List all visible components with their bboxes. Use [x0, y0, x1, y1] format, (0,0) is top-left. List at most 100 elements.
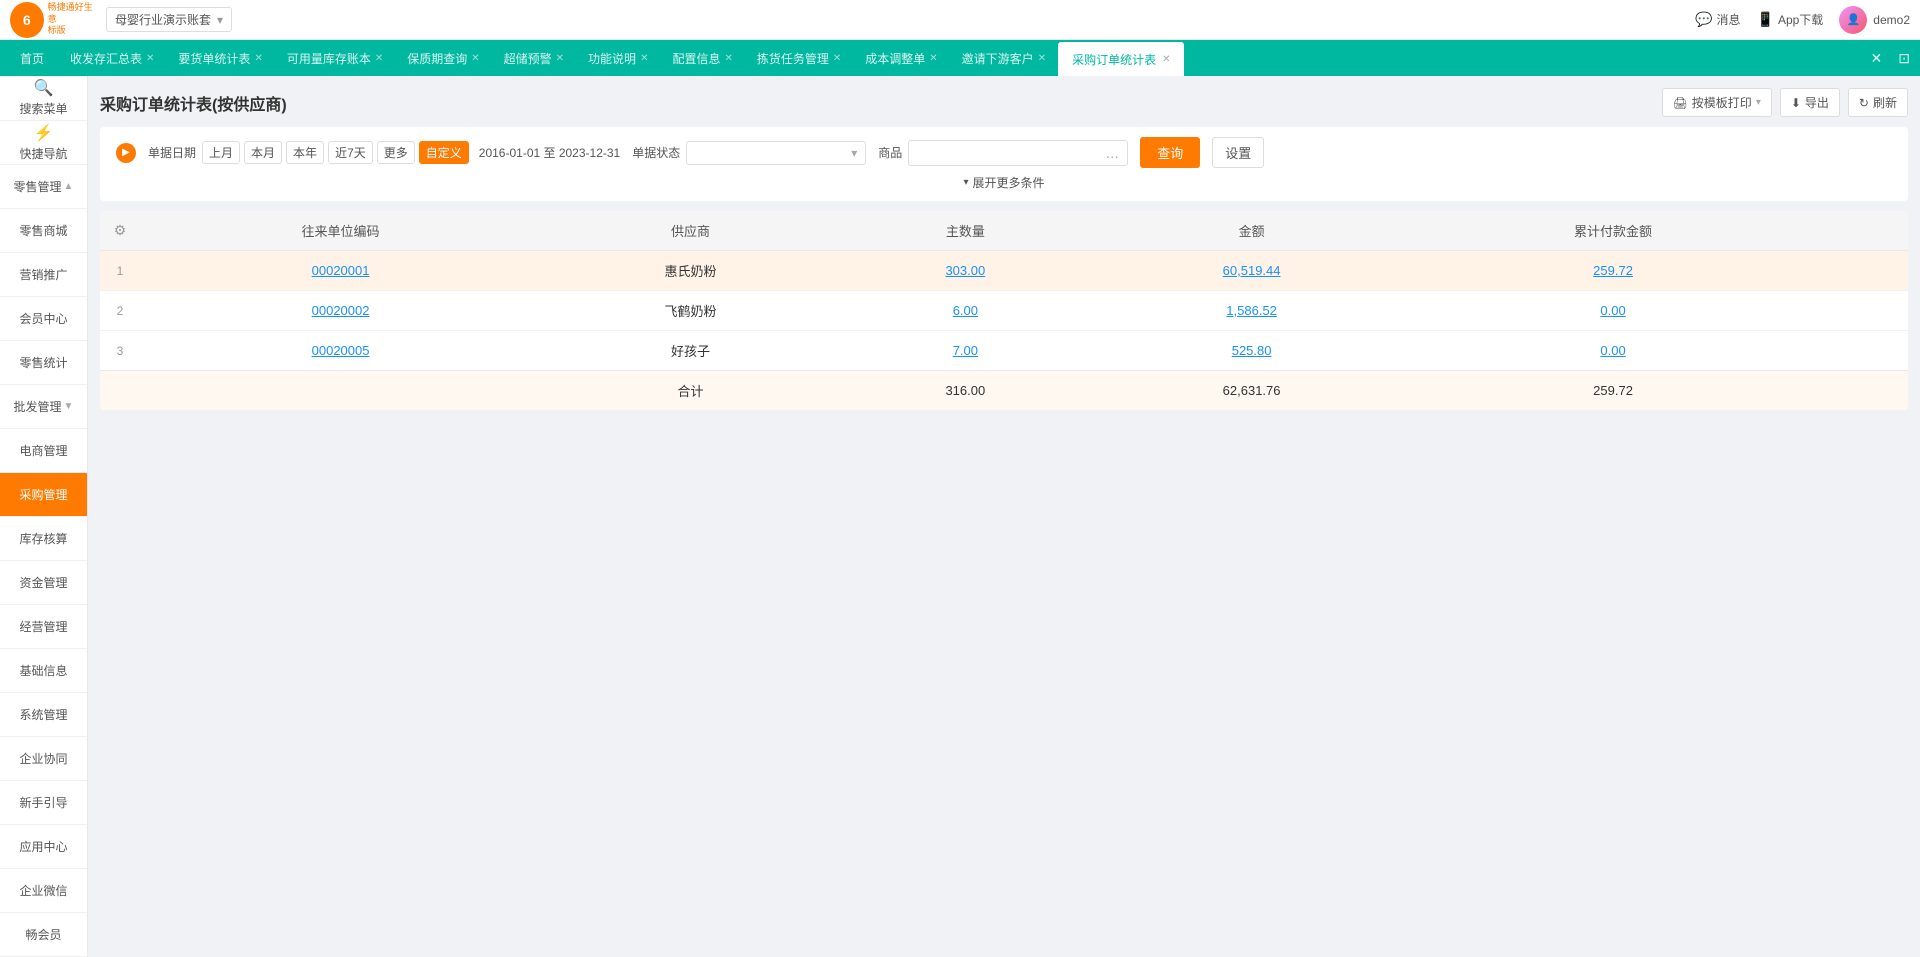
nav-right-actions: ✕ ⊡	[1867, 48, 1914, 69]
row-amount[interactable]: 60,519.44	[1091, 251, 1413, 291]
btn-last-month[interactable]: 上月	[202, 141, 240, 164]
export-icon: ⬇	[1791, 96, 1801, 110]
tab-chengben[interactable]: 成本调整单 ✕	[853, 40, 949, 76]
close-icon[interactable]: ✕	[375, 53, 383, 64]
table-row: 1 00020001 惠氏奶粉 303.00 60,519.44 259.72	[100, 251, 1908, 291]
settings-icon[interactable]: ⚙	[114, 222, 127, 238]
close-icon[interactable]: ✕	[1162, 54, 1170, 65]
close-icon[interactable]: ✕	[833, 53, 841, 64]
sidebar-item-wechat[interactable]: 企业微信	[0, 869, 87, 913]
row-supplier: 飞鹤奶粉	[541, 291, 840, 331]
workspace-chevron: ▾	[217, 13, 223, 27]
message-button[interactable]: 💬 消息	[1695, 11, 1740, 28]
sidebar-item-newbie[interactable]: 新手引导	[0, 781, 87, 825]
footer-quantity: 316.00	[840, 371, 1091, 411]
col-settings[interactable]: ⚙	[100, 211, 140, 251]
sidebar-item-enterprise[interactable]: 企业协同	[0, 737, 87, 781]
tab-baozhi[interactable]: 保质期查询 ✕	[395, 40, 491, 76]
workspace-name: 母婴行业演示账套	[115, 11, 211, 28]
row-amount[interactable]: 1,586.52	[1091, 291, 1413, 331]
sidebar-item-system[interactable]: 系统管理	[0, 693, 87, 737]
chevron-down-icon: ▾	[963, 177, 968, 188]
tab-yaohuodan[interactable]: 要货单统计表 ✕	[166, 40, 274, 76]
sidebar-item-app-center[interactable]: 应用中心	[0, 825, 87, 869]
sidebar-item-purchase[interactable]: 采购管理	[0, 473, 87, 517]
print-button[interactable]: 🖨 按模板打印 ▾	[1662, 88, 1772, 117]
more-icon[interactable]: …	[1105, 145, 1119, 161]
btn-this-month[interactable]: 本月	[244, 141, 282, 164]
tab-chaochuyujing[interactable]: 超储预警 ✕	[492, 40, 576, 76]
tab-peizhi[interactable]: 配置信息 ✕	[660, 40, 744, 76]
nav-close-btn[interactable]: ✕	[1867, 48, 1887, 69]
settings-button[interactable]: 设置	[1212, 137, 1264, 168]
sidebar-item-finance[interactable]: 资金管理	[0, 561, 87, 605]
close-icon[interactable]: ✕	[556, 53, 564, 64]
btn-more-dates[interactable]: 更多	[377, 141, 415, 164]
tab-keyongliang[interactable]: 可用量库存账本 ✕	[275, 40, 395, 76]
sidebar-item-retail-mgmt[interactable]: 零售管理 ▲	[0, 165, 87, 209]
query-button[interactable]: 查询	[1140, 137, 1200, 168]
row-paid[interactable]: 0.00	[1413, 331, 1814, 371]
chevron-down-icon: ▼	[64, 401, 74, 412]
export-button[interactable]: ⬇ 导出	[1780, 88, 1840, 117]
sidebar-item-retail-mall[interactable]: 零售商城	[0, 209, 87, 253]
row-code[interactable]: 00020002	[140, 291, 541, 331]
col-supplier: 供应商	[541, 211, 840, 251]
close-icon[interactable]: ✕	[254, 53, 262, 64]
sidebar-item-changhui[interactable]: 畅会员	[0, 913, 87, 957]
workspace-selector[interactable]: 母婴行业演示账套 ▾	[106, 7, 232, 32]
refresh-icon: ↻	[1859, 96, 1869, 110]
tab-jianhuo[interactable]: 拣货任务管理 ✕	[745, 40, 853, 76]
close-icon[interactable]: ✕	[640, 53, 648, 64]
row-amount[interactable]: 525.80	[1091, 331, 1413, 371]
tab-shoufacun[interactable]: 收发存汇总表 ✕	[58, 40, 166, 76]
btn-this-year[interactable]: 本年	[286, 141, 324, 164]
chevron-down-icon: ▾	[851, 146, 857, 160]
col-extra	[1814, 211, 1908, 251]
sidebar-item-wholesale[interactable]: 批发管理 ▼	[0, 385, 87, 429]
tab-gongneng[interactable]: 功能说明 ✕	[576, 40, 660, 76]
close-icon[interactable]: ✕	[929, 53, 937, 64]
refresh-button[interactable]: ↻ 刷新	[1848, 88, 1908, 117]
user-avatar[interactable]: 👤 demo2	[1839, 6, 1910, 34]
row-code[interactable]: 00020001	[140, 251, 541, 291]
status-select[interactable]: ▾	[686, 141, 866, 165]
expand-more-btn[interactable]: ▾ 展开更多条件	[963, 174, 1044, 191]
row-code[interactable]: 00020005	[140, 331, 541, 371]
app-download-button[interactable]: 📱 App下载	[1757, 11, 1824, 28]
close-icon[interactable]: ✕	[724, 53, 732, 64]
tab-home[interactable]: 首页	[6, 40, 58, 76]
row-paid[interactable]: 0.00	[1413, 291, 1814, 331]
close-icon[interactable]: ✕	[146, 53, 154, 64]
top-right-actions: 💬 消息 📱 App下载 👤 demo2	[1695, 6, 1910, 34]
row-quantity[interactable]: 303.00	[840, 251, 1091, 291]
chevron-down-icon: ▾	[1756, 97, 1761, 108]
status-label: 单据状态	[632, 144, 680, 161]
sidebar-item-retail-stats[interactable]: 零售统计	[0, 341, 87, 385]
table-wrapper: ⚙ 往来单位编码 供应商 主数量 金额 累计付款金额 1	[100, 211, 1908, 410]
tab-caigou-active[interactable]: 采购订单统计表 ✕	[1058, 42, 1184, 76]
sidebar-item-basic-info[interactable]: 基础信息	[0, 649, 87, 693]
sidebar-item-ecommerce[interactable]: 电商管理	[0, 429, 87, 473]
sidebar-item-operations[interactable]: 经营管理	[0, 605, 87, 649]
logo-icon: 6	[10, 2, 44, 38]
btn-custom[interactable]: 自定义	[419, 141, 469, 164]
close-icon[interactable]: ✕	[471, 53, 479, 64]
close-icon[interactable]: ✕	[1038, 53, 1046, 64]
filter-toggle-arrow[interactable]: ▶	[116, 143, 136, 163]
goods-input[interactable]: …	[908, 140, 1128, 166]
print-icon: 🖨	[1673, 96, 1688, 110]
btn-last-7[interactable]: 近7天	[328, 141, 373, 164]
logo-text: 畅捷通好生意 标版	[48, 2, 98, 37]
sidebar-item-inventory[interactable]: 库存核算	[0, 517, 87, 561]
nav-expand-btn[interactable]: ⊡	[1894, 48, 1914, 69]
row-paid[interactable]: 259.72	[1413, 251, 1814, 291]
row-quantity[interactable]: 7.00	[840, 331, 1091, 371]
sidebar-item-search[interactable]: 🔍 搜索菜单	[0, 76, 87, 121]
page-header: 采购订单统计表(按供应商) 🖨 按模板打印 ▾ ⬇ 导出 ↻ 刷新	[100, 88, 1908, 117]
sidebar-item-quick-nav[interactable]: ⚡ 快捷导航	[0, 121, 87, 166]
row-quantity[interactable]: 6.00	[840, 291, 1091, 331]
sidebar-item-member[interactable]: 会员中心	[0, 297, 87, 341]
sidebar-item-marketing[interactable]: 营销推广	[0, 253, 87, 297]
tab-yaoqing[interactable]: 邀请下游客户 ✕	[950, 40, 1058, 76]
